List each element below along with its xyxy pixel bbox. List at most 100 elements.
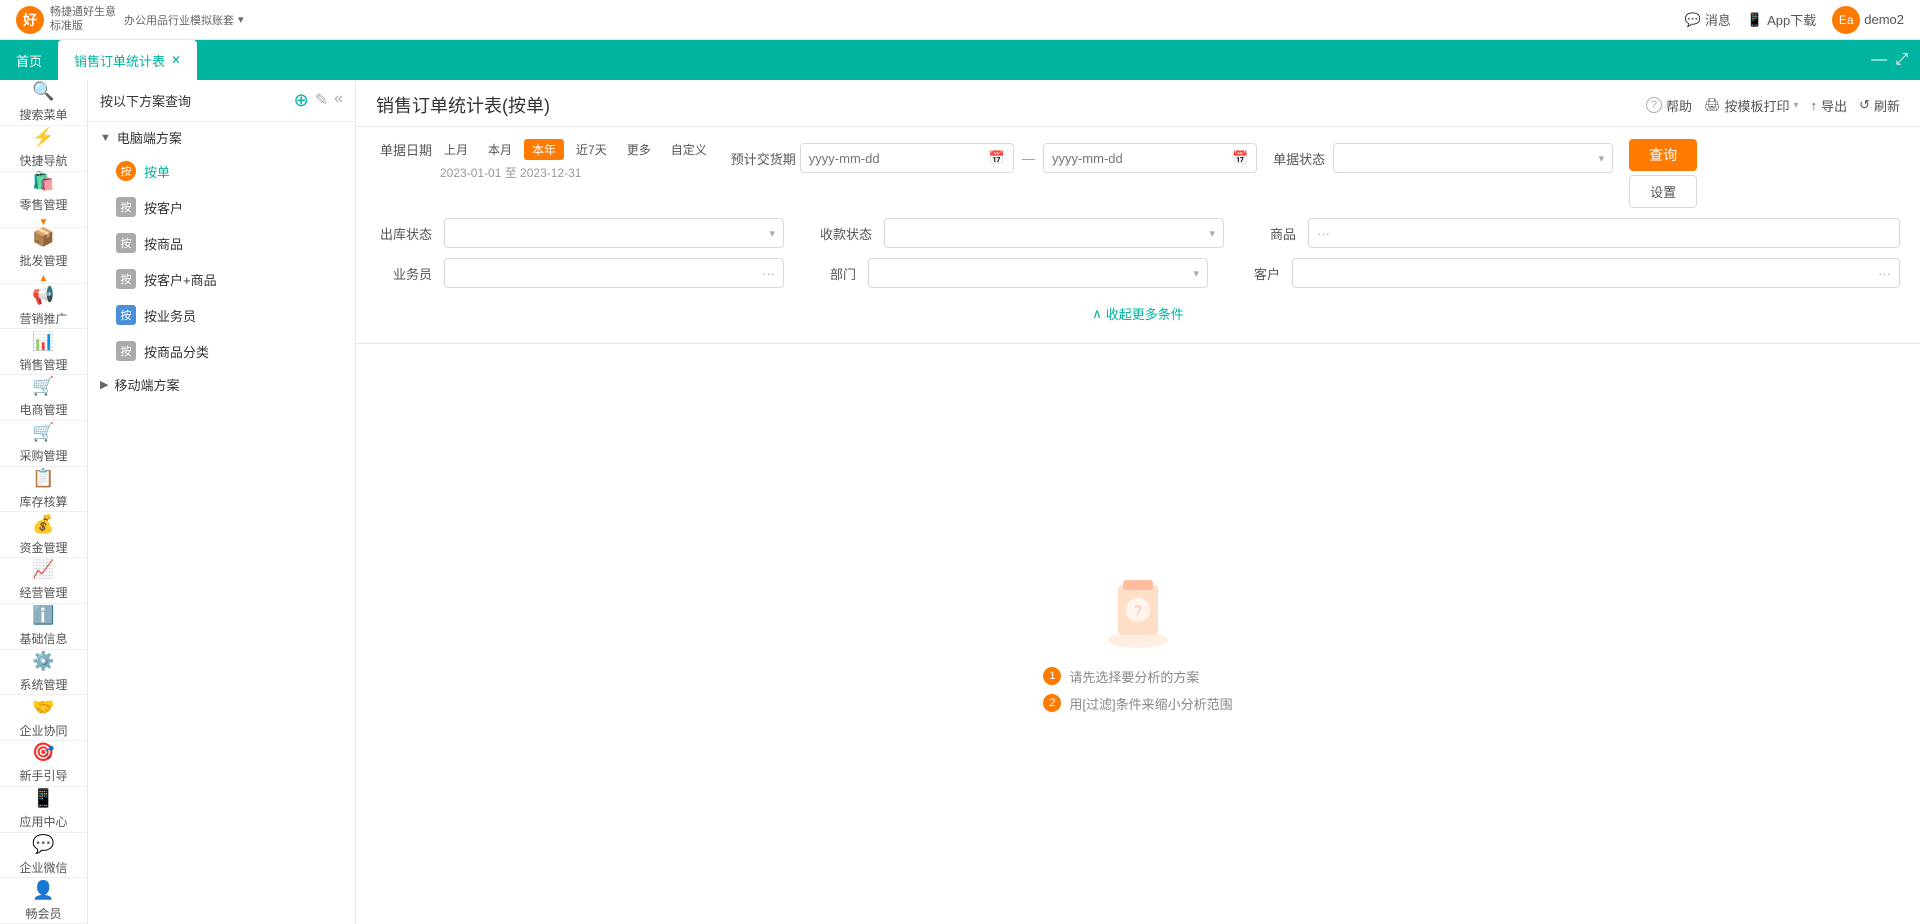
department-select[interactable]: ▾ (868, 258, 1208, 288)
sidebar-item-member[interactable]: 👤 畅会员 (0, 878, 87, 924)
bill-status-select[interactable]: ▾ (1333, 143, 1613, 173)
sidebar-item-purchase[interactable]: 🛒 采购管理 (0, 421, 87, 467)
scheme-section-mobile[interactable]: ▶ 移动端方案 (88, 369, 355, 400)
quick-nav-icon: ⚡ (32, 127, 54, 148)
date-btn-last-7-days[interactable]: 近7天 (568, 139, 615, 160)
basic-info-icon: ℹ️ (32, 605, 54, 626)
scheme-item-by-salesperson[interactable]: 按 按业务员 (88, 297, 355, 333)
collapse-btn[interactable]: ∧ 收起更多条件 (1076, 296, 1200, 331)
sidebar-item-enterprise-collab[interactable]: 🤝 企业协同 (0, 695, 87, 741)
expected-date-start-input[interactable]: 📅 (800, 143, 1014, 173)
chevron-down-icon: ▾ (238, 13, 244, 26)
sidebar-item-retail-mgmt[interactable]: 🛍️ 零售管理 ▼ (0, 172, 87, 228)
date-filter-group: 单据日期 上月 本月 本年 近7天 更多 自定义 2023-01-01 至 20… (376, 139, 715, 181)
query-button[interactable]: 查询 (1629, 139, 1697, 171)
expected-date-start-field[interactable] (809, 151, 985, 166)
sidebar-item-operations[interactable]: 📈 经营管理 (0, 558, 87, 604)
product-input[interactable]: ··· (1308, 218, 1900, 248)
ecommerce-icon: 🛒 (32, 376, 54, 397)
minimize-icon[interactable]: — (1871, 51, 1887, 69)
salesperson-label: 业务员 (376, 264, 432, 283)
sidebar-item-wholesale-mgmt[interactable]: 📦 批发管理 ▲ (0, 228, 87, 284)
collapse-section: ∧ 收起更多条件 (376, 296, 1900, 331)
tab-home[interactable]: 首页 (0, 40, 58, 80)
sidebar-item-search-menu[interactable]: 🔍 搜索菜单 (0, 80, 87, 126)
expected-date-end-input[interactable]: 📅 (1043, 143, 1257, 173)
wechat-icon: 💬 (32, 834, 54, 855)
content-area: 按以下方案查询 ⊕ ✎ « ▼ 电脑端方案 按 按单 按 按客户 (88, 80, 1920, 924)
date-label: 单据日期 (376, 140, 432, 159)
maximize-icon[interactable]: ⤢ (1895, 51, 1908, 69)
date-btn-more[interactable]: 更多 (619, 139, 659, 160)
message-btn[interactable]: 💬 消息 (1685, 10, 1731, 29)
message-icon: 💬 (1685, 12, 1701, 28)
sidebar-item-app-center[interactable]: 📱 应用中心 (0, 787, 87, 833)
marketing-icon: 📢 (32, 285, 54, 306)
add-scheme-icon[interactable]: ⊕ (294, 90, 309, 111)
template-print-btn[interactable]: 🖨 按模板打印 ▾ (1704, 96, 1799, 115)
left-panel-title: 按以下方案查询 (100, 91, 191, 110)
filter-row-3: 业务员 ··· 部门 ▾ 客户 ··· (376, 258, 1900, 288)
scheme-icon-by-product-category: 按 (116, 341, 136, 361)
system-icon: ⚙️ (32, 651, 54, 672)
shipping-status-label: 出库状态 (376, 224, 432, 243)
bill-status-group: 单据状态 ▾ (1273, 143, 1613, 173)
scheme-item-by-product-category[interactable]: 按 按商品分类 (88, 333, 355, 369)
collapse-panel-icon[interactable]: « (334, 90, 343, 111)
scheme-section-pc[interactable]: ▼ 电脑端方案 (88, 122, 355, 153)
empty-hints: 1 请先选择要分析的方案 2 用[过滤]条件来缩小分析范围 (1043, 667, 1232, 713)
shipping-status-select[interactable]: ▾ (444, 218, 784, 248)
date-btn-custom[interactable]: 自定义 (663, 139, 715, 160)
bill-status-arrow-icon: ▾ (1599, 152, 1605, 165)
sidebar-item-quick-nav[interactable]: ⚡ 快捷导航 (0, 126, 87, 172)
expected-date-end-field[interactable] (1052, 151, 1228, 166)
print-icon: 🖨 (1704, 97, 1721, 113)
sidebar-item-new-user-guide[interactable]: 🎯 新手引导 (0, 741, 87, 787)
sidebar-item-finance[interactable]: 💰 资金管理 (0, 512, 87, 558)
refresh-btn[interactable]: ↺ 刷新 (1859, 96, 1900, 115)
product-dots: ··· (1317, 226, 1330, 241)
scheme-item-by-product[interactable]: 按 按商品 (88, 225, 355, 261)
left-panel-actions: ⊕ ✎ « (294, 90, 343, 111)
sidebar-item-sales-mgmt[interactable]: 📊 销售管理 (0, 329, 87, 375)
sidebar-item-system-mgmt[interactable]: ⚙️ 系统管理 (0, 650, 87, 696)
setting-button[interactable]: 设置 (1629, 175, 1697, 208)
top-bar-left: 好 畅捷通好生意 标准版 办公用品行业模拟账套 ▾ (16, 6, 244, 34)
export-btn[interactable]: ↑ 导出 (1811, 96, 1848, 115)
edit-scheme-icon[interactable]: ✎ (315, 90, 328, 111)
customer-label: 客户 (1240, 264, 1280, 283)
refresh-icon: ↺ (1859, 97, 1870, 113)
sidebar-item-enterprise-wechat[interactable]: 💬 企业微信 (0, 833, 87, 879)
tab-close-icon[interactable]: ✕ (171, 53, 181, 67)
department-arrow-icon: ▾ (1193, 267, 1199, 280)
collection-status-select[interactable]: ▾ (884, 218, 1224, 248)
customer-dots: ··· (1878, 266, 1891, 281)
date-btn-last-month[interactable]: 上月 (436, 139, 476, 160)
user-menu[interactable]: Ea demo2 (1832, 6, 1904, 34)
page-header: 销售订单统计表(按单) ? 帮助 🖨 按模板打印 ▾ ↑ 导出 (356, 80, 1920, 127)
sidebar-item-inventory[interactable]: 📋 库存核算 (0, 467, 87, 513)
scheme-item-by-order[interactable]: 按 按单 (88, 153, 355, 189)
page-title: 销售订单统计表(按单) (376, 92, 550, 118)
filter-area: 单据日期 上月 本月 本年 近7天 更多 自定义 2023-01-01 至 20… (356, 127, 1920, 344)
help-btn[interactable]: ? 帮助 (1646, 96, 1692, 115)
scheme-item-by-customer-product[interactable]: 按 按客户+商品 (88, 261, 355, 297)
salesperson-input[interactable]: ··· (444, 258, 784, 288)
scheme-icon-by-product: 按 (116, 233, 136, 253)
sidebar-item-marketing[interactable]: 📢 营销推广 (0, 284, 87, 330)
sidebar-item-ecommerce[interactable]: 🛒 电商管理 (0, 375, 87, 421)
customer-input[interactable]: ··· (1292, 258, 1900, 288)
app-download-btn[interactable]: 📱 App下载 (1747, 10, 1816, 29)
company-select[interactable]: 办公用品行业模拟账套 ▾ (124, 12, 244, 28)
scheme-item-by-customer[interactable]: 按 按客户 (88, 189, 355, 225)
sidebar-item-basic-info[interactable]: ℹ️ 基础信息 (0, 604, 87, 650)
empty-state: ? 1 请先选择要分析的方案 2 用[过滤]条件来缩小分析范围 (356, 344, 1920, 924)
app-center-icon: 📱 (32, 788, 54, 809)
tab-sales-order-stats[interactable]: 销售订单统计表 ✕ (58, 40, 197, 80)
date-btn-this-month[interactable]: 本月 (480, 139, 520, 160)
expected-date-group: 预计交货期 📅 — 📅 (731, 143, 1257, 173)
date-btn-this-year[interactable]: 本年 (524, 139, 564, 160)
guide-icon: 🎯 (32, 742, 54, 763)
member-icon: 👤 (32, 880, 54, 901)
collapse-up-icon: ∧ (1092, 306, 1102, 322)
